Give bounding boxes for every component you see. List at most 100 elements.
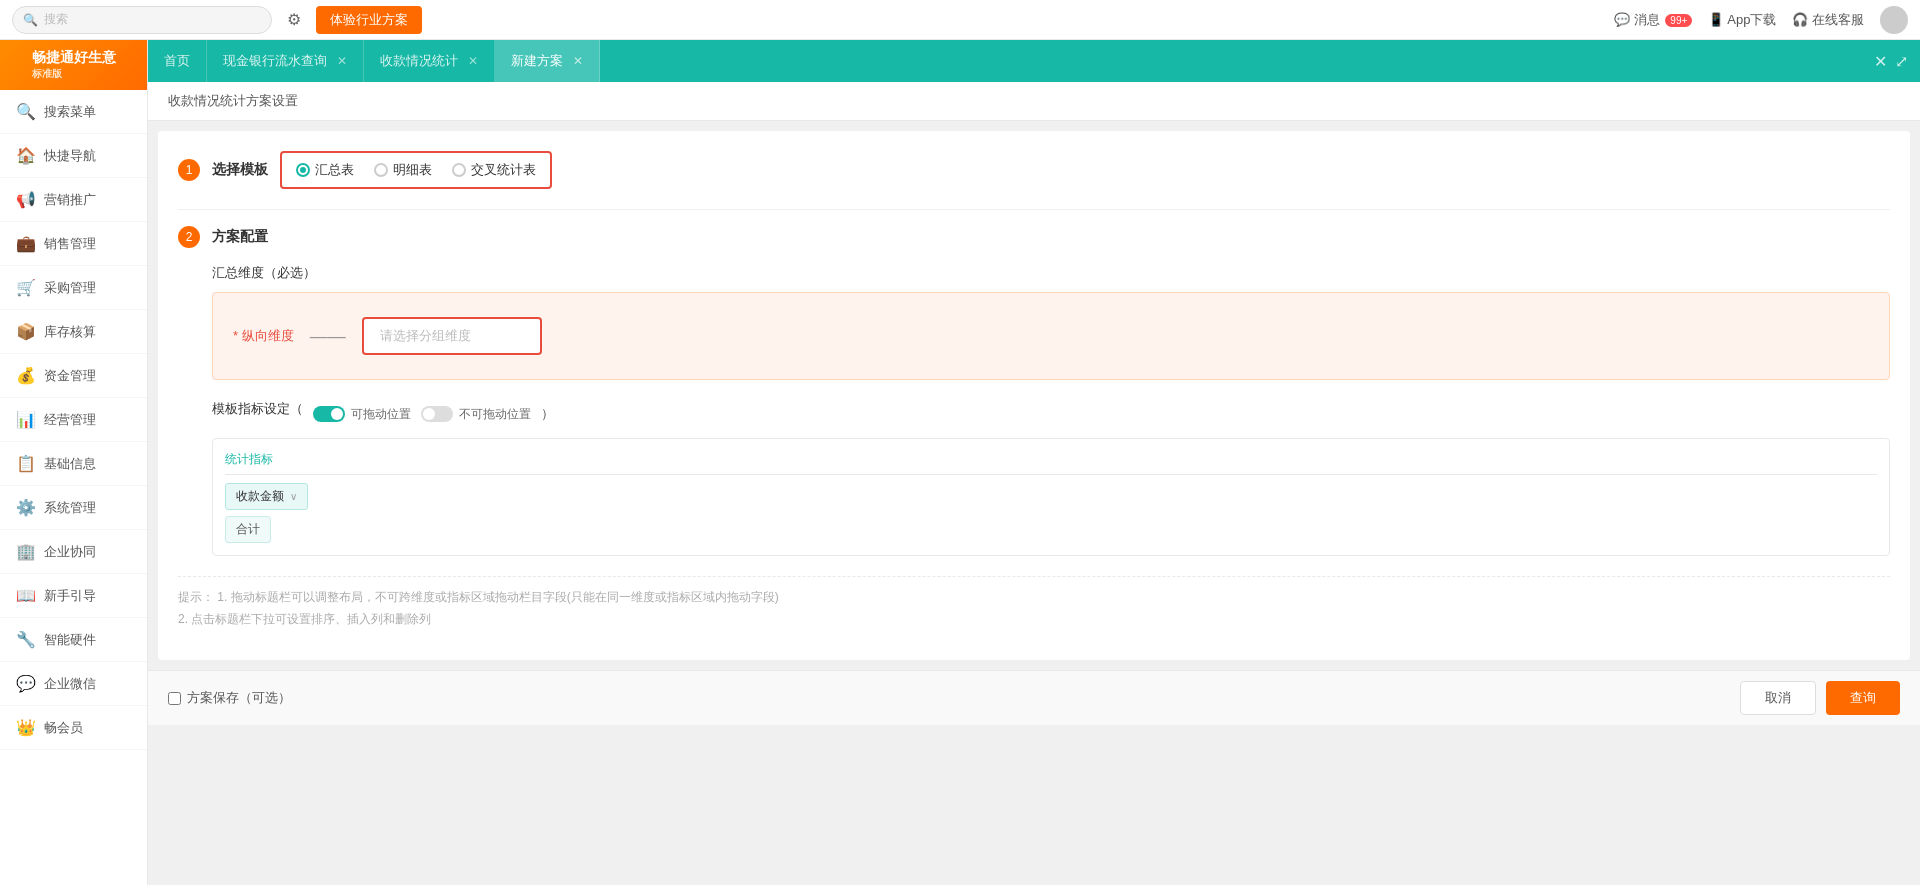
content-area: 首页 现金银行流水查询 ✕ 收款情况统计 ✕ 新建方案 ✕ ✕ ⤢ [148,40,1920,885]
cancel-button[interactable]: 取消 [1740,681,1816,715]
home-icon: 🏠 [16,146,36,165]
sidebar-item-finance[interactable]: 💰 资金管理 [0,354,147,398]
sidebar-item-home[interactable]: 🏠 快捷导航 [0,134,147,178]
sidebar-label-marketing: 营销推广 [44,191,96,209]
toggle-non-draggable-label: 不可拖动位置 [459,406,531,423]
tab-receipts-label: 收款情况统计 [380,52,458,70]
dimension-section: 汇总维度（必选） * 纵向维度 —— 请选择分组维度 模板指标设定（ [178,264,1890,556]
sidebar-item-management[interactable]: 📊 经营管理 [0,398,147,442]
dim-required-label: * 纵向维度 [233,327,294,345]
window-expand-icon[interactable]: ⤢ [1895,52,1908,71]
metrics-header-label: 模板指标设定（ [212,400,303,418]
sidebar-item-hardware[interactable]: 🔧 智能硬件 [0,618,147,662]
tip2: 2. 点击标题栏下拉可设置排序、插入列和删除列 [178,609,1890,631]
tab-receipts[interactable]: 收款情况统计 ✕ [364,40,495,82]
form-section: 1 选择模板 汇总表 明细表 交 [158,131,1910,660]
toggle-non-draggable[interactable]: 不可拖动位置 [421,406,531,423]
radio-detail-label: 明细表 [393,161,432,179]
sidebar-label-wechat: 企业微信 [44,675,96,693]
settings-icon[interactable]: ⚙ [280,6,308,34]
search-placeholder: 搜索 [44,11,68,28]
save-checkbox-label: 方案保存（可选） [187,689,291,707]
sidebar-item-inventory[interactable]: 📦 库存核算 [0,310,147,354]
tab-new-plan-label: 新建方案 [511,52,563,70]
right-icons: 💬 消息 99+ 📱 App下载 🎧 在线客服 [1614,6,1908,34]
toggle-switch-non-draggable[interactable] [421,406,453,422]
download-label: App下载 [1727,12,1776,27]
hardware-icon: 🔧 [16,630,36,649]
radio-detail[interactable]: 明细表 [374,161,432,179]
tips-section: 提示： 1. 拖动标题栏可以调整布局，不可跨维度或指标区域拖动栏目字段(只能在同… [178,576,1890,640]
radio-cross-label: 交叉统计表 [471,161,536,179]
page-footer: 方案保存（可选） 取消 查询 [148,670,1920,725]
user-avatar[interactable] [1880,6,1908,34]
radio-summary[interactable]: 汇总表 [296,161,354,179]
tab-receipts-close[interactable]: ✕ [468,54,478,68]
sidebar-item-purchase[interactable]: 🛒 采购管理 [0,266,147,310]
logo-sub: 标准版 [32,67,116,81]
radio-summary-circle [296,163,310,177]
step1-label: 选择模板 [212,161,268,179]
top-header: 🔍 搜索 ⚙ 体验行业方案 💬 消息 99+ 📱 App下载 🎧 在线客服 [0,0,1920,40]
metrics-header-row: 模板指标设定（ 可拖动位置 不可拖动位置 ） [212,400,1890,428]
radio-summary-label: 汇总表 [315,161,354,179]
radio-detail-circle [374,163,388,177]
sidebar-label-basic: 基础信息 [44,455,96,473]
search-bar[interactable]: 🔍 搜索 [12,6,272,34]
page-content: 收款情况统计方案设置 1 选择模板 汇总表 [148,82,1920,885]
dimension-select[interactable]: 请选择分组维度 [362,317,542,355]
save-checkbox-row[interactable]: 方案保存（可选） [168,689,291,707]
step2-row: 2 方案配置 [178,226,1890,248]
toggle-draggable[interactable]: 可拖动位置 [313,406,411,423]
notification-item[interactable]: 💬 消息 99+ [1614,11,1692,29]
dim-arrow: —— [310,326,346,347]
metric-dropdown-icon: ∨ [290,491,297,502]
save-checkbox[interactable] [168,692,181,705]
tab-cash-flow-close[interactable]: ✕ [337,54,347,68]
sidebar-item-enterprise[interactable]: 🏢 企业协同 [0,530,147,574]
member-icon: 👑 [16,718,36,737]
marketing-icon: 📢 [16,190,36,209]
sidebar-item-wechat[interactable]: 💬 企业微信 [0,662,147,706]
sidebar: 畅捷通好生意 标准版 🔍 搜索菜单 🏠 快捷导航 📢 营销推广 💼 销售管理 🛒… [0,40,148,885]
window-close-icon[interactable]: ✕ [1874,52,1887,71]
download-item[interactable]: 📱 App下载 [1708,11,1776,29]
sidebar-item-guide[interactable]: 📖 新手引导 [0,574,147,618]
search-icon: 🔍 [23,13,38,27]
service-label: 在线客服 [1812,12,1864,27]
sidebar-label-purchase: 采购管理 [44,279,96,297]
sidebar-item-member[interactable]: 👑 畅会员 [0,706,147,750]
tab-home[interactable]: 首页 [148,40,207,82]
metrics-group-label: 统计指标 [225,451,1877,475]
metrics-close-paren: ） [541,405,554,423]
step2-badge: 2 [178,226,200,248]
finance-icon: 💰 [16,366,36,385]
tab-bar: 首页 现金银行流水查询 ✕ 收款情况统计 ✕ 新建方案 ✕ ✕ ⤢ [148,40,1920,82]
metric-sub-row: 合计 [225,516,1877,543]
sidebar-item-marketing[interactable]: 📢 营销推广 [0,178,147,222]
service-item[interactable]: 🎧 在线客服 [1792,11,1864,29]
tab-new-plan[interactable]: 新建方案 ✕ [495,40,600,82]
breadcrumb: 收款情况统计方案设置 [168,93,298,108]
sidebar-label-sales: 销售管理 [44,235,96,253]
sidebar-item-system[interactable]: ⚙️ 系统管理 [0,486,147,530]
basic-icon: 📋 [16,454,36,473]
metric-total-label: 合计 [236,522,260,536]
sidebar-item-sales[interactable]: 💼 销售管理 [0,222,147,266]
sidebar-item-basic[interactable]: 📋 基础信息 [0,442,147,486]
metric-tag-revenue[interactable]: 收款金额 ∨ [225,483,308,510]
toggle-switch-draggable[interactable] [313,406,345,422]
tab-new-plan-close[interactable]: ✕ [573,54,583,68]
radio-cross[interactable]: 交叉统计表 [452,161,536,179]
sidebar-logo: 畅捷通好生意 标准版 [0,40,147,90]
metric-total-tag[interactable]: 合计 [225,516,271,543]
toggle-draggable-label: 可拖动位置 [351,406,411,423]
sidebar-label-hardware: 智能硬件 [44,631,96,649]
query-button[interactable]: 查询 [1826,681,1900,715]
trial-button[interactable]: 体验行业方案 [316,6,422,34]
search-menu-icon: 🔍 [16,102,36,121]
sidebar-label-enterprise: 企业协同 [44,543,96,561]
divider1 [178,209,1890,210]
tab-cash-flow[interactable]: 现金银行流水查询 ✕ [207,40,364,82]
sidebar-item-search[interactable]: 🔍 搜索菜单 [0,90,147,134]
